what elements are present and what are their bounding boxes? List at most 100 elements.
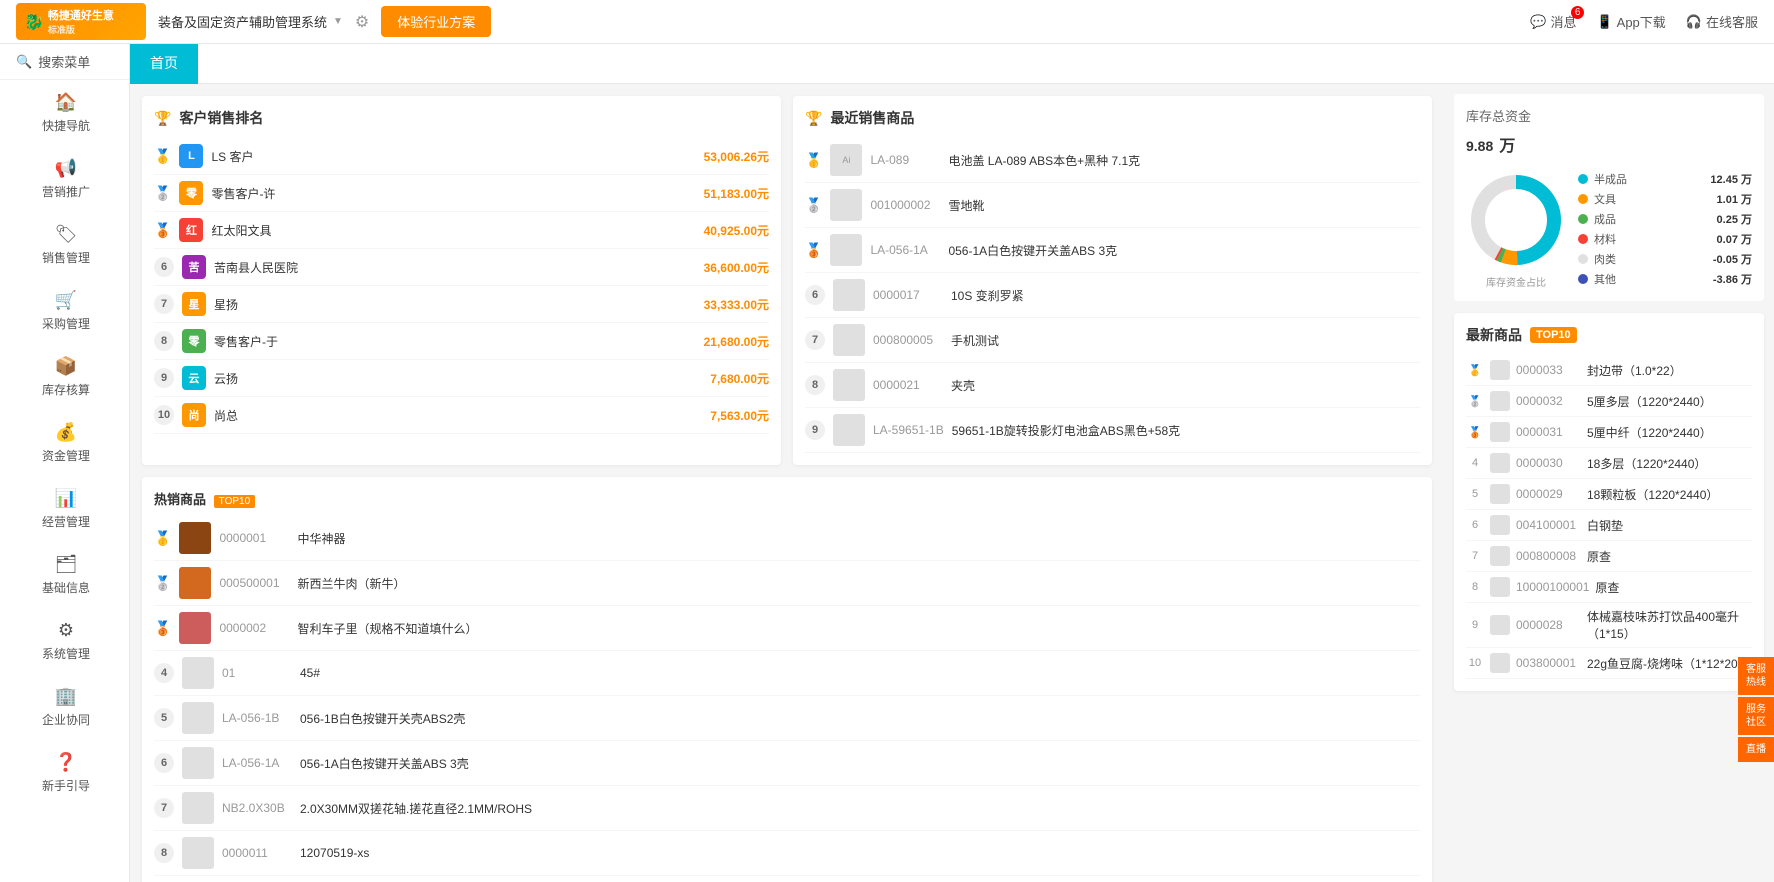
rank-number: 8 [154, 331, 174, 351]
list-item: 🥈 零 零售客户-许 51,183.00元 [154, 175, 769, 212]
sidebar-label-operation: 经营管理 [42, 513, 90, 530]
sidebar-item-operation[interactable]: 📊 经营管理 [0, 476, 129, 542]
product-image [833, 324, 865, 356]
chart-icon: 📊 [55, 488, 77, 509]
list-item: 7 000800008 原查 [1466, 541, 1752, 572]
sidebar-label-purchase: 采购管理 [42, 315, 90, 332]
list-item: 7 星 星扬 33,333.00元 [154, 286, 769, 323]
product-image [179, 567, 211, 599]
system-selector[interactable]: 装备及固定资产辅助管理系统 ▼ [158, 12, 343, 31]
list-item: 🥇 0000033 封边带（1.0*22） [1466, 355, 1752, 386]
legend-item: 成品 0.25 万 [1578, 209, 1752, 229]
notifications-count: 6 [1571, 6, 1585, 19]
legend-item: 半成品 12.45 万 [1578, 169, 1752, 189]
service-community-button[interactable]: 服务社区 [1738, 697, 1774, 735]
list-item: 🥇 Ai LA-089 电池盖 LA-089 ABS本色+黑种 7.1克 [805, 138, 1420, 183]
new-products-badge: TOP10 [1530, 327, 1577, 343]
settings-icon[interactable]: ⚙ [355, 12, 369, 32]
product-image [833, 279, 865, 311]
system-name: 装备及固定资产辅助管理系统 [158, 12, 327, 31]
list-item: 8 0000011 12070519-xs [154, 831, 1420, 876]
sidebar-item-quick-nav[interactable]: 🏠 快捷导航 [0, 80, 129, 146]
recent-sales-title: 🏆 最近销售商品 [805, 108, 1420, 128]
notification-icon: 💬 [1530, 14, 1546, 30]
product-thumb [1490, 484, 1510, 504]
product-image [833, 369, 865, 401]
header-right: 💬 消息 6 📱 App下载 🎧 在线客服 [1530, 12, 1758, 31]
legend-item: 材料 0.07 万 [1578, 229, 1752, 249]
content-area: 首页 🏆 客户销售排名 🥇 [130, 44, 1774, 882]
sidebar-label-enterprise: 企业协同 [42, 711, 90, 728]
inventory-unit: 万 [1499, 138, 1515, 155]
tag-icon: 🏷 [55, 224, 78, 245]
recent-icon: 🏆 [805, 110, 822, 127]
cart-icon: 🛒 [55, 290, 77, 311]
legend-dot [1578, 194, 1588, 204]
medal-icon: 🥈 [154, 185, 171, 202]
legend-item: 其他 -3.86 万 [1578, 269, 1752, 289]
avatar: L [179, 144, 203, 168]
app-download-label: App下载 [1617, 12, 1666, 31]
list-item: 10 尚 尚总 7,563.00元 [154, 397, 769, 434]
rank-number: 6 [805, 285, 825, 305]
chart-label: 库存资金占比 [1486, 274, 1546, 289]
tab-home[interactable]: 首页 [130, 44, 198, 84]
sidebar-item-guide[interactable]: ❓ 新手引导 [0, 740, 129, 806]
online-service-button[interactable]: 🎧 在线客服 [1686, 12, 1758, 31]
sidebar-item-sales[interactable]: 🏷 销售管理 [0, 212, 129, 278]
building-icon: 🏢 [55, 686, 77, 707]
medal-icon: 🥉 [154, 222, 171, 239]
sidebar-label-guide: 新手引导 [42, 777, 90, 794]
recent-sales-card: 🏆 最近销售商品 🥇 Ai LA-089 电池盖 LA-089 ABS本色+黑种… [793, 96, 1432, 465]
rank-number: 9 [154, 368, 174, 388]
main-layout: 🔍 搜索菜单 🏠 快捷导航 📢 营销推广 🏷 销售管理 🛒 采购管理 📦 库存核… [0, 44, 1774, 882]
app-download-button[interactable]: 📱 App下载 [1596, 12, 1665, 31]
legend-dot [1578, 214, 1588, 224]
legend-dot [1578, 274, 1588, 284]
folder-icon: 🗂 [55, 554, 78, 575]
sidebar-item-purchase[interactable]: 🛒 采购管理 [0, 278, 129, 344]
list-item: 9 0000028 体械嘉枝味苏打饮品400毫升（1*15） [1466, 603, 1752, 648]
float-service: 客服热线 服务社区 直播 [1738, 657, 1774, 762]
search-menu[interactable]: 🔍 搜索菜单 [0, 44, 129, 80]
product-image [182, 837, 214, 869]
legend-dot [1578, 234, 1588, 244]
product-thumb [1490, 422, 1510, 442]
legend-dot [1578, 254, 1588, 264]
rank-number: 7 [154, 798, 174, 818]
product-image: Ai [830, 144, 862, 176]
medal-icon: 🥉 [805, 242, 822, 259]
list-item: 8 10000100001 原查 [1466, 572, 1752, 603]
inventory-total: 9.88 万 [1466, 131, 1752, 157]
avatar: 零 [182, 329, 206, 353]
sidebar-item-base[interactable]: 🗂 基础信息 [0, 542, 129, 608]
rank-number: 7 [154, 294, 174, 314]
sidebar-item-finance[interactable]: 💰 资金管理 [0, 410, 129, 476]
list-item: 9 KK-SD22110H 花语萌俱温分腿睡袋（厚款） [154, 876, 1420, 882]
rank-number: 8 [154, 843, 174, 863]
hot-products-list: 🥇 0000001 中华神器 🥈 000500001 新西兰牛肉（新牛） [154, 516, 1420, 882]
avatar: 苦 [182, 255, 206, 279]
trial-button[interactable]: 体验行业方案 [381, 6, 491, 37]
sidebar-label-finance: 资金管理 [42, 447, 90, 464]
list-item: 🥈 000500001 新西兰牛肉（新牛） [154, 561, 1420, 606]
notifications-button[interactable]: 💬 消息 6 [1530, 12, 1576, 31]
sidebar-item-inventory[interactable]: 📦 库存核算 [0, 344, 129, 410]
list-item: 🥉 0000002 智利车子里（规格不知道填什么） [154, 606, 1420, 651]
list-item: 5 LA-056-1B 056-1B白色按键开关壳ABS2壳 [154, 696, 1420, 741]
app-version: 标准版 [48, 23, 114, 36]
sidebar-label-base: 基础信息 [42, 579, 90, 596]
live-button[interactable]: 直播 [1738, 737, 1774, 762]
rank-number: 10 [154, 405, 174, 425]
new-products-title: 最新商品 TOP10 [1466, 325, 1752, 345]
question-icon: ❓ [55, 752, 77, 773]
sidebar-item-marketing[interactable]: 📢 营销推广 [0, 146, 129, 212]
list-item: 🥉 红 红太阳文具 40,925.00元 [154, 212, 769, 249]
customer-hotline-button[interactable]: 客服热线 [1738, 657, 1774, 695]
online-service-label: 在线客服 [1706, 12, 1758, 31]
list-item: 🥉 0000031 5厘中纤（1220*2440） [1466, 417, 1752, 448]
trophy-icon: 🥇 [154, 530, 171, 547]
sidebar-item-enterprise[interactable]: 🏢 企业协同 [0, 674, 129, 740]
list-item: 🥉 LA-056-1A 056-1A白色按键开关盖ABS 3克 [805, 228, 1420, 273]
sidebar-item-system[interactable]: ⚙ 系统管理 [0, 608, 129, 674]
